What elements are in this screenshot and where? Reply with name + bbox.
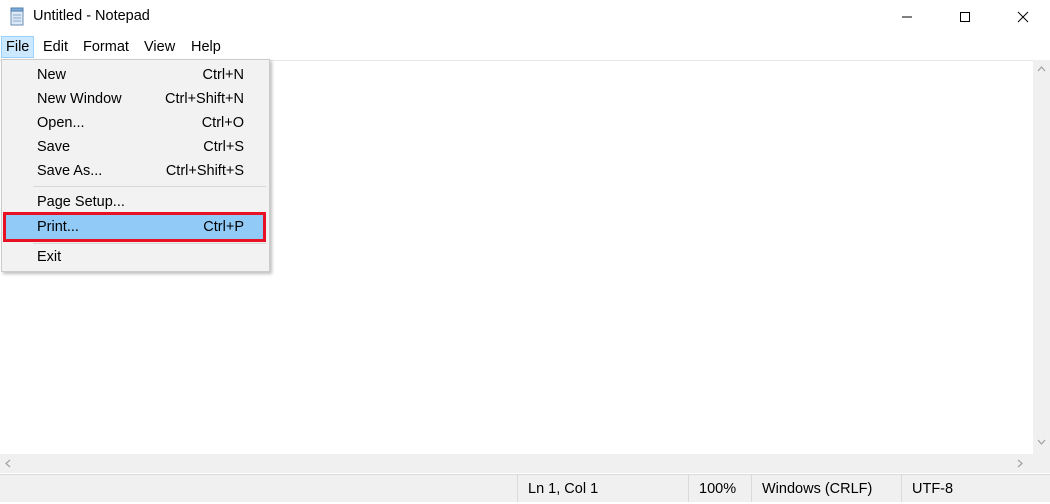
notepad-icon — [9, 7, 26, 26]
scroll-down-arrow-icon[interactable] — [1037, 439, 1046, 445]
menu-item-shortcut: Ctrl+Shift+N — [165, 91, 244, 107]
horizontal-scrollbar[interactable] — [0, 454, 1033, 473]
vertical-scrollbar[interactable] — [1033, 60, 1050, 454]
close-icon — [1017, 11, 1029, 23]
menu-format[interactable]: Format — [79, 36, 133, 58]
minimize-icon — [902, 16, 912, 18]
menu-item-label: Open... — [37, 115, 85, 131]
menu-bar: File Edit Format View Help — [0, 36, 1050, 58]
scrollbar-corner — [1033, 454, 1050, 473]
title-bar: Untitled - Notepad — [0, 0, 1050, 34]
window-title: Untitled - Notepad — [33, 8, 150, 24]
menu-item-shortcut: Ctrl+Shift+S — [165, 163, 244, 179]
menu-item-open[interactable]: Open... Ctrl+O — [5, 111, 264, 135]
scroll-right-arrow-icon[interactable] — [1017, 459, 1023, 468]
menu-item-shortcut: Ctrl+S — [203, 139, 244, 155]
menu-item-label: Save As... — [37, 163, 103, 179]
menu-item-shortcut: Ctrl+N — [202, 67, 245, 83]
menu-item-exit[interactable]: Exit — [5, 245, 264, 269]
status-encoding: UTF-8 — [901, 475, 1050, 502]
close-button[interactable] — [994, 0, 1050, 34]
menu-item-label: Exit — [37, 249, 62, 265]
menu-item-shortcut: Ctrl+P — [203, 219, 244, 235]
minimize-button[interactable] — [878, 0, 936, 34]
maximize-button[interactable] — [936, 0, 994, 34]
menu-item-new[interactable]: New Ctrl+N — [5, 63, 264, 87]
menu-item-page-setup[interactable]: Page Setup... — [5, 190, 264, 214]
menu-view[interactable]: View — [140, 36, 179, 58]
status-bar: Ln 1, Col 1 100% Windows (CRLF) UTF-8 — [0, 474, 1050, 502]
menu-item-label: New Window — [37, 91, 122, 107]
menu-item-print[interactable]: Print... Ctrl+P — [3, 212, 266, 242]
status-zoom: 100% — [688, 475, 751, 502]
menu-item-label: Print... — [37, 219, 79, 235]
menu-item-save-as[interactable]: Save As... Ctrl+Shift+S — [5, 159, 264, 183]
menu-item-label: New — [37, 67, 67, 83]
scroll-up-arrow-icon[interactable] — [1037, 66, 1046, 72]
status-line-ending: Windows (CRLF) — [751, 475, 897, 502]
menu-item-label: Page Setup... — [37, 194, 125, 210]
menu-help[interactable]: Help — [187, 36, 225, 58]
menu-separator — [33, 186, 266, 187]
file-menu-dropdown: New Ctrl+N New Window Ctrl+Shift+N Open.… — [1, 59, 270, 272]
menu-item-label: Save — [37, 139, 71, 155]
menu-separator — [33, 243, 266, 244]
menu-item-shortcut: Ctrl+O — [201, 115, 244, 131]
scroll-left-arrow-icon[interactable] — [5, 459, 11, 468]
menu-item-new-window[interactable]: New Window Ctrl+Shift+N — [5, 87, 264, 111]
status-cursor-position: Ln 1, Col 1 — [517, 475, 688, 502]
menu-edit[interactable]: Edit — [39, 36, 72, 58]
maximize-icon — [960, 12, 970, 22]
menu-item-save[interactable]: Save Ctrl+S — [5, 135, 264, 159]
menu-file[interactable]: File — [1, 36, 35, 58]
